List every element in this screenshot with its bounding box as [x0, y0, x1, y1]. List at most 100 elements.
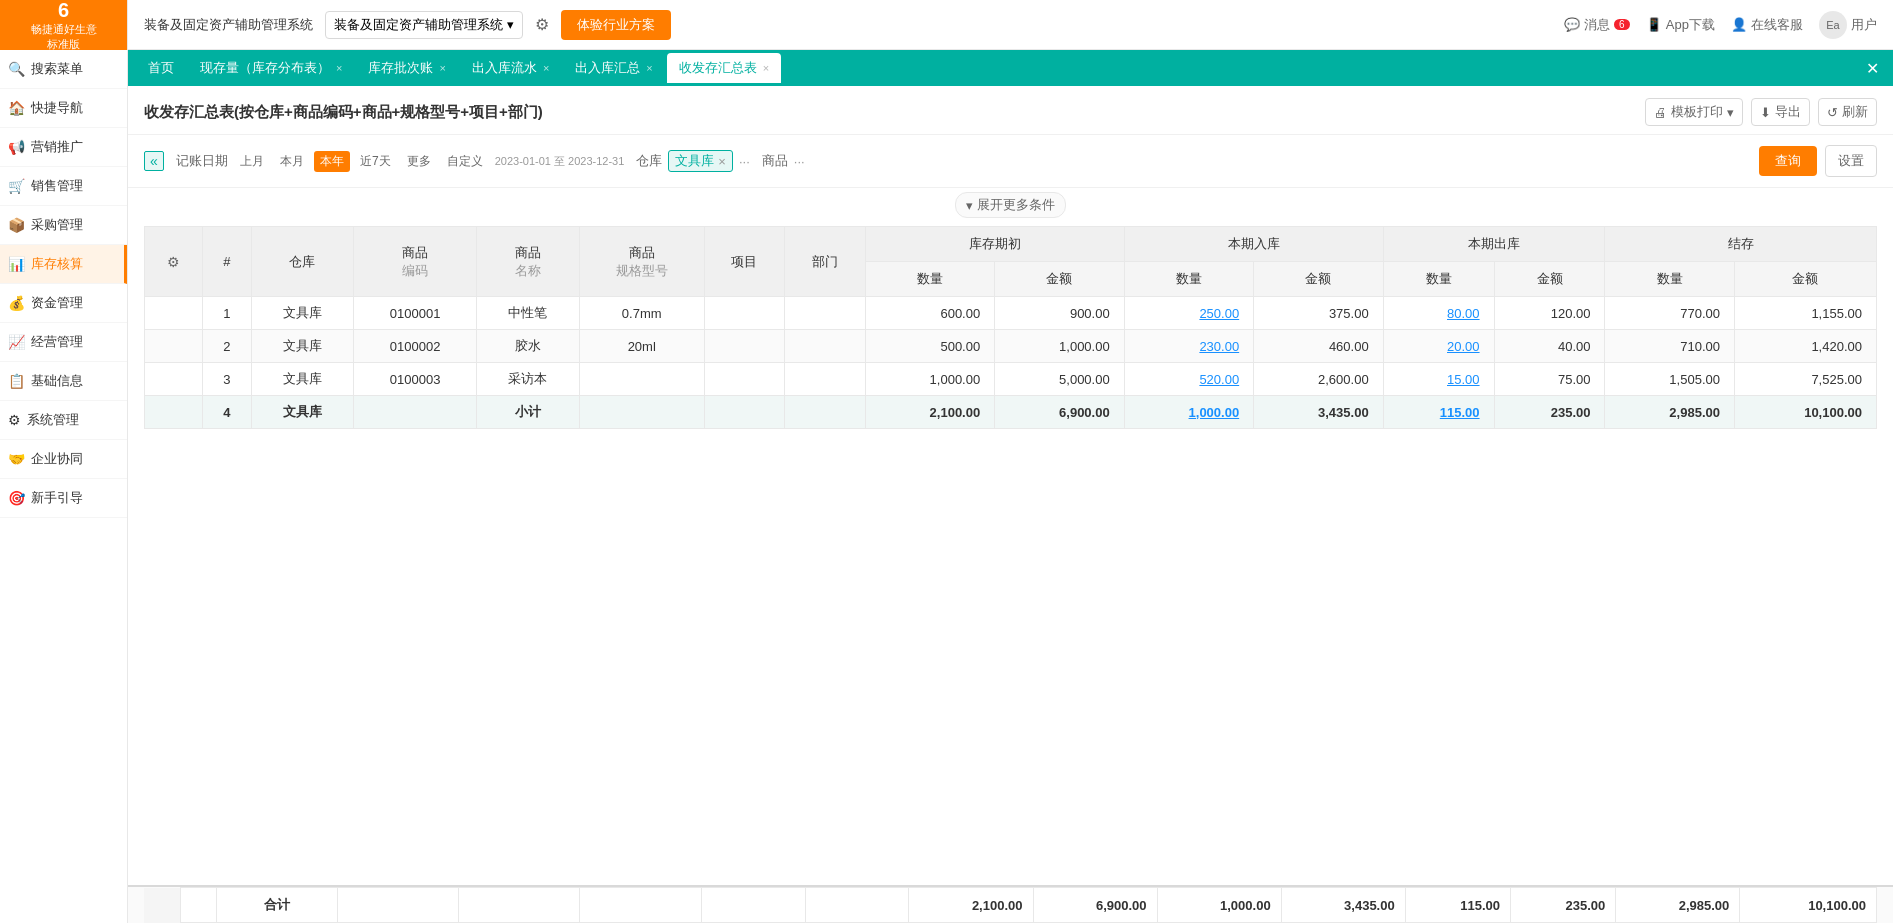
refresh-button[interactable]: ↺ 刷新: [1818, 98, 1877, 126]
basic-icon: 📋: [8, 373, 25, 389]
link-value[interactable]: 15.00: [1447, 372, 1480, 387]
date-btn-自定义[interactable]: 自定义: [441, 151, 489, 172]
online-service-button[interactable]: 👤 在线客服: [1731, 16, 1803, 34]
date-btn-本月[interactable]: 本月: [274, 151, 310, 172]
col-out-amt: 金额: [1494, 262, 1605, 297]
query-button[interactable]: 查询: [1759, 146, 1817, 176]
date-range: 2023-01-01 至 2023-12-31: [495, 154, 625, 169]
warehouse-filter-group: 仓库 文具库 × ···: [636, 150, 749, 172]
col-closing-qty: 数量: [1605, 262, 1734, 297]
tab-close-icon[interactable]: ×: [646, 62, 652, 74]
main-area: 装备及固定资产辅助管理系统 装备及固定资产辅助管理系统 ▾ ⚙ 体验行业方案 💬…: [128, 0, 1893, 923]
col-closing-amt: 金额: [1734, 262, 1876, 297]
gear-icon[interactable]: ⚙: [535, 15, 549, 34]
sidebar-item-search[interactable]: 🔍 搜索菜单: [0, 50, 127, 89]
col-header-index: #: [203, 227, 251, 297]
tab-2[interactable]: 库存批次账×: [356, 53, 457, 83]
sidebar-item-label: 采购管理: [31, 216, 83, 234]
column-settings-button[interactable]: ⚙: [167, 254, 180, 270]
tab-5[interactable]: 收发存汇总表×: [667, 53, 781, 83]
logo-number: 6: [58, 0, 69, 22]
sidebar-item-enterprise[interactable]: 🤝 企业协同: [0, 440, 127, 479]
tab-1[interactable]: 现存量（库存分布表）×: [188, 53, 354, 83]
topbar: 装备及固定资产辅助管理系统 装备及固定资产辅助管理系统 ▾ ⚙ 体验行业方案 💬…: [128, 0, 1893, 50]
tab-0[interactable]: 首页: [136, 53, 186, 83]
sidebar-item-finance[interactable]: 💰 资金管理: [0, 284, 127, 323]
finance-icon: 💰: [8, 295, 25, 311]
sidebar-item-quick-nav[interactable]: 🏠 快捷导航: [0, 89, 127, 128]
link-value[interactable]: 80.00: [1447, 306, 1480, 321]
expand-filter-row: ▾ 展开更多条件: [128, 188, 1893, 226]
remove-warehouse-button[interactable]: ×: [718, 154, 726, 169]
warehouse-more[interactable]: ···: [739, 154, 750, 169]
settings-col-header[interactable]: ⚙: [145, 227, 203, 297]
message-icon: 💬: [1564, 17, 1580, 32]
tab-label: 首页: [148, 59, 174, 77]
close-all-tabs-button[interactable]: ✕: [1860, 57, 1885, 80]
col-group-out: 本期出库: [1383, 227, 1605, 262]
date-btn-近7天[interactable]: 近7天: [354, 151, 397, 172]
link-value[interactable]: 520.00: [1199, 372, 1239, 387]
col-opening-amt: 金额: [995, 262, 1124, 297]
settings-button[interactable]: 设置: [1825, 145, 1877, 177]
sidebar-item-guide[interactable]: 🎯 新手引导: [0, 479, 127, 518]
date-btn-本年[interactable]: 本年: [314, 151, 350, 172]
page-container: 收发存汇总表(按仓库+商品编码+商品+规格型号+项目+部门) 🖨 模板打印 ▾ …: [128, 86, 1893, 923]
link-value[interactable]: 1,000.00: [1189, 405, 1240, 420]
sidebar-item-label: 系统管理: [27, 411, 79, 429]
footer-opening-amt: 6,900.00: [1033, 888, 1157, 923]
refresh-icon: ↺: [1827, 105, 1838, 120]
expand-more-button[interactable]: ▾ 展开更多条件: [955, 192, 1066, 218]
expand-icon: ▾: [966, 198, 973, 213]
tab-3[interactable]: 出入库流水×: [460, 53, 561, 83]
link-value[interactable]: 20.00: [1447, 339, 1480, 354]
link-value[interactable]: 250.00: [1199, 306, 1239, 321]
sidebar-item-operation[interactable]: 📈 经营管理: [0, 323, 127, 362]
export-button[interactable]: ⬇ 导出: [1751, 98, 1810, 126]
topbar-right: 💬 消息 6 📱 App下载 👤 在线客服 Ea 用户: [1564, 11, 1877, 39]
table-footer: 合计 2,100.00 6,900.00 1,000.00 3,435.00 1…: [128, 885, 1893, 923]
sidebar-item-basic[interactable]: 📋 基础信息: [0, 362, 127, 401]
col-in-qty: 数量: [1124, 262, 1253, 297]
link-value[interactable]: 230.00: [1199, 339, 1239, 354]
col-header-warehouse: 仓库: [251, 227, 354, 297]
purchase-icon: 📦: [8, 217, 25, 233]
sidebar-item-sales[interactable]: 🛒 销售管理: [0, 167, 127, 206]
col-header-code: 商品编码: [354, 227, 477, 297]
sidebar-item-label: 营销推广: [31, 138, 83, 156]
tab-4[interactable]: 出入库汇总 ×: [563, 53, 664, 83]
goods-filter-group: 商品 ···: [762, 152, 805, 170]
sidebar-item-label: 经营管理: [31, 333, 83, 351]
link-value[interactable]: 115.00: [1440, 405, 1480, 420]
tab-label: 出入库汇总: [575, 59, 640, 77]
enterprise-icon: 🤝: [8, 451, 25, 467]
sidebar-item-purchase[interactable]: 📦 采购管理: [0, 206, 127, 245]
col-group-closing: 结存: [1605, 227, 1877, 262]
try-button[interactable]: 体验行业方案: [561, 10, 671, 40]
sidebar-item-system[interactable]: ⚙ 系统管理: [0, 401, 127, 440]
col-group-opening: 库存期初: [865, 227, 1124, 262]
warehouse-tag[interactable]: 文具库 ×: [668, 150, 733, 172]
page-actions: 🖨 模板打印 ▾ ⬇ 导出 ↺ 刷新: [1645, 98, 1877, 126]
tab-close-icon[interactable]: ×: [543, 62, 549, 74]
messages-button[interactable]: 💬 消息 6: [1564, 16, 1630, 34]
goods-more[interactable]: ···: [794, 154, 805, 169]
filter-toggle-button[interactable]: «: [144, 151, 164, 171]
tab-list: 首页现存量（库存分布表）×库存批次账×出入库流水×出入库汇总×收发存汇总表×: [136, 53, 781, 83]
date-btn-更多[interactable]: 更多: [401, 151, 437, 172]
system-name: 装备及固定资产辅助管理系统: [144, 16, 313, 34]
sidebar-item-inventory[interactable]: 📊 库存核算: [0, 245, 127, 284]
marketing-icon: 📢: [8, 139, 25, 155]
sidebar-item-label: 新手引导: [31, 489, 83, 507]
export-icon: ⬇: [1760, 105, 1771, 120]
system-dropdown[interactable]: 装备及固定资产辅助管理系统 ▾: [325, 11, 523, 39]
operation-icon: 📈: [8, 334, 25, 350]
tab-close-icon[interactable]: ×: [336, 62, 342, 74]
app-download-button[interactable]: 📱 App下载: [1646, 16, 1715, 34]
sidebar-item-marketing[interactable]: 📢 营销推广: [0, 128, 127, 167]
tab-close-icon[interactable]: ×: [439, 62, 445, 74]
date-btn-上月[interactable]: 上月: [234, 151, 270, 172]
print-button[interactable]: 🖨 模板打印 ▾: [1645, 98, 1743, 126]
tab-close-icon[interactable]: ×: [763, 62, 769, 74]
user-button[interactable]: Ea 用户: [1819, 11, 1877, 39]
